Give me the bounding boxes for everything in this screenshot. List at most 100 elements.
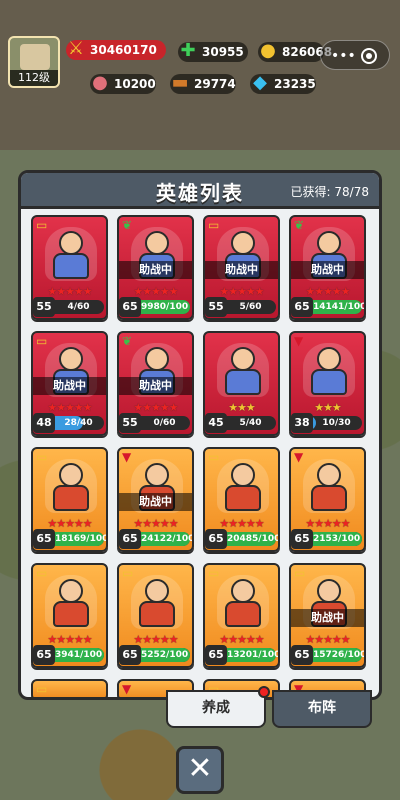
hero-card[interactable]: ▭ ★★★★★ 55 4/60 (31, 215, 108, 320)
shard-progress-text: 2153/100 (313, 534, 361, 544)
hero-card[interactable]: ▭ 助战中 ★★★★★ 65 15726/100 (289, 563, 366, 668)
hero-level: 65 (33, 529, 55, 549)
bottom-tabs: 养成 布阵 (160, 686, 380, 730)
shard-progress-text: 4/60 (67, 302, 90, 312)
shard-progress-bar: 55 0/60 (119, 413, 190, 433)
gold-counter[interactable]: ● 826068. (258, 40, 337, 62)
hero-card[interactable]: ❦ 助战中 ★★★★★ 65 14141/100 (289, 215, 366, 320)
down-arrow-icon: ▼ (294, 334, 304, 348)
panel-header: 英雄列表 已获得: 78/78 (21, 173, 379, 209)
hero-level: 55 (119, 413, 141, 433)
more-dots-icon[interactable]: ••• (331, 49, 356, 63)
hero-head (145, 463, 169, 487)
mini-program-capsule[interactable]: ••• (320, 40, 390, 70)
shard-progress-text: 18169/100 (55, 534, 108, 544)
hero-portrait (131, 575, 183, 629)
hero-head (231, 463, 255, 487)
hero-card[interactable]: ▭ (31, 679, 108, 697)
hero-portrait (45, 227, 97, 281)
leaf-icon: ❦ (122, 334, 133, 348)
shard-progress-bar: 65 20485/100 (205, 529, 278, 549)
hero-body (139, 601, 175, 627)
shard-progress-text: 13201/100 (227, 650, 280, 660)
hero-head (231, 347, 255, 371)
avatar-face (20, 44, 50, 70)
gem-counter[interactable]: ✚ 30955 (178, 40, 248, 62)
hero-head (59, 347, 83, 371)
hero-card[interactable]: ▼ ★★★ 38 10/30 (289, 331, 366, 436)
crystal-icon: ◆ (253, 72, 267, 93)
hero-level: 65 (205, 529, 227, 549)
tab-develop[interactable]: 养成 (166, 686, 270, 728)
shard-progress-bar: 55 5/60 (205, 297, 276, 317)
assist-badge: 助战中 (119, 377, 192, 395)
hero-card[interactable]: ▭ ★★★★★ 65 5252/100 (117, 563, 194, 668)
hero-card[interactable]: ❦ 助战中 ★★★★★ 65 9980/100 (117, 215, 194, 320)
shard-progress-bar: 65 13201/100 (205, 645, 280, 665)
hero-head (231, 579, 255, 603)
assist-badge: 助战中 (205, 261, 278, 279)
hero-card[interactable]: ▭ ★★★★★ 65 3941/100 (31, 563, 108, 668)
shard-progress-text: 0/60 (153, 418, 176, 428)
book-icon: ▭ (208, 218, 220, 232)
hero-card[interactable]: ▭ 助战中 ★★★★★ 55 5/60 (203, 215, 280, 320)
shard-progress-text: 24122/100 (141, 534, 194, 544)
book-icon: ▭ (36, 450, 48, 464)
hero-level: 65 (119, 645, 141, 665)
shard-progress-text: 10/30 (322, 418, 351, 428)
hero-card[interactable]: ❦ 助战中 ★★★★★ 55 0/60 (117, 331, 194, 436)
hero-level: 65 (119, 529, 141, 549)
hero-level: 65 (119, 297, 141, 317)
shard-progress-text: 15726/100 (313, 650, 366, 660)
hero-card[interactable]: ▭ ★★★★★ 65 13201/100 (203, 563, 280, 668)
wood-counter[interactable]: ▬ 29774 (170, 72, 236, 94)
hero-level: 55 (205, 297, 227, 317)
meat-icon: ● (92, 72, 108, 93)
hero-body (225, 601, 261, 627)
close-button[interactable]: ✕ (176, 746, 224, 794)
hero-card[interactable]: ▼ ★★★★★ 65 2153/100 (289, 447, 366, 552)
shard-progress-text: 5/60 (239, 302, 262, 312)
hero-head (317, 579, 341, 603)
shard-progress-bar: 65 9980/100 (119, 297, 190, 317)
shard-progress-bar: 65 18169/100 (33, 529, 108, 549)
hero-grid: ▭ ★★★★★ 55 4/60 ❦ 助战中 ★★★★★ 65 9980/100 ▭ 助战中 ★★★★★… (31, 215, 373, 697)
shard-progress-bar: 65 2153/100 (291, 529, 362, 549)
hero-list-panel: 英雄列表 已获得: 78/78 ▭ ★★★★★ 55 4/60 ❦ 助战中 ★★★★★ 65 9… (18, 170, 382, 700)
hero-level: 38 (291, 413, 313, 433)
tab-develop-label: 养成 (202, 700, 230, 716)
assist-badge: 助战中 (291, 261, 364, 279)
assist-badge: 助战中 (119, 493, 192, 511)
tab-formation[interactable]: 布阵 (272, 690, 372, 728)
meat-counter[interactable]: ● 10200 (90, 72, 156, 94)
hero-level: 65 (33, 645, 55, 665)
hero-card[interactable]: ▼ 助战中 ★★★★★ 65 24122/100 (117, 447, 194, 552)
tab-formation-label: 布阵 (308, 700, 336, 716)
hero-body (53, 485, 89, 511)
player-avatar[interactable]: 112级 (8, 36, 60, 88)
hero-card[interactable]: ★★★ 45 5/40 (203, 331, 280, 436)
shard-progress-bar: 55 4/60 (33, 297, 104, 317)
down-arrow-icon: ▼ (122, 682, 132, 696)
hero-head (231, 231, 255, 255)
hero-head (317, 463, 341, 487)
shard-progress-text: 28/40 (64, 418, 93, 428)
shard-progress-bar: 65 3941/100 (33, 645, 104, 665)
crystal-counter[interactable]: ◆ 23235 (250, 72, 316, 94)
power-counter: ⚔ 30460170 (66, 38, 166, 60)
down-arrow-icon: ▼ (122, 450, 132, 464)
hero-card[interactable]: ▭ ★★★★★ 65 18169/100 (31, 447, 108, 552)
hero-level: 55 (33, 297, 55, 317)
hero-head (317, 347, 341, 371)
shard-progress-bar: 65 5252/100 (119, 645, 190, 665)
hero-level: 65 (291, 297, 313, 317)
hero-body (53, 601, 89, 627)
green-gem-icon: ✚ (180, 40, 196, 61)
leaf-icon: ❦ (122, 218, 133, 232)
hero-card[interactable]: ▭ 助战中 ★★★★★ 48 28/40 (31, 331, 108, 436)
player-level: 112级 (10, 70, 58, 86)
shard-progress-text: 5/40 (239, 418, 262, 428)
hero-head (317, 231, 341, 255)
close-target-icon[interactable] (361, 48, 377, 64)
hero-card[interactable]: ▭ ★★★★★ 65 20485/100 (203, 447, 280, 552)
